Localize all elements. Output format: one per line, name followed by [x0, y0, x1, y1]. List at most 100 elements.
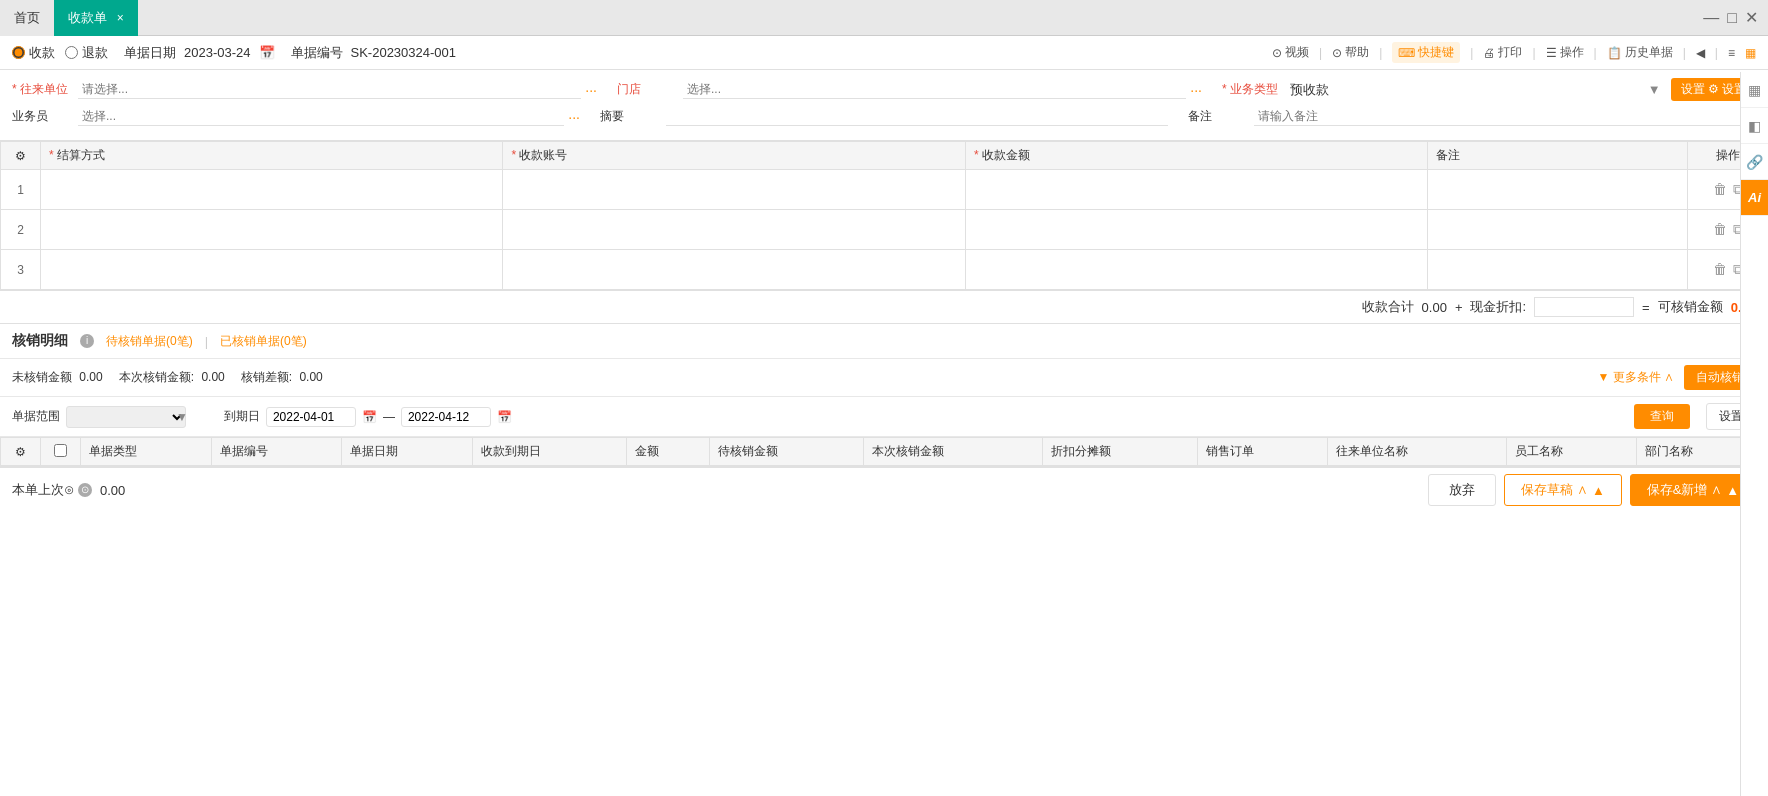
this-cancel-stat: 本次核销金额: 0.00	[119, 369, 225, 386]
save-new-dropdown-icon[interactable]: ▲	[1726, 483, 1739, 498]
row-note-1[interactable]	[1428, 170, 1688, 210]
tab-shoukuan[interactable]: 收款单 ×	[54, 0, 138, 36]
row-amount-3[interactable]	[965, 250, 1427, 290]
note-field: 备注	[1188, 107, 1756, 126]
discount-input[interactable]	[1534, 297, 1634, 317]
table-settings-icon[interactable]: ⚙	[15, 149, 26, 163]
hx-done-tab[interactable]: 已核销单据(0笔)	[220, 333, 307, 350]
hx-pending-tab[interactable]: 待核销单据(0笔)	[106, 333, 193, 350]
row-account-2[interactable]	[503, 210, 965, 250]
settings-icon: 设置	[1681, 81, 1705, 98]
doc-no-field: 单据编号 SK-20230324-001	[291, 44, 457, 62]
row-amount-2[interactable]	[965, 210, 1427, 250]
row-settlement-2[interactable]	[41, 210, 503, 250]
radio-tuikuan[interactable]: 退款	[65, 44, 108, 62]
business-type-dropdown-icon[interactable]: ▼	[1648, 82, 1661, 97]
print-icon: 🖨	[1483, 46, 1495, 60]
salesman-input[interactable]	[78, 107, 564, 126]
close-icon[interactable]: ✕	[1745, 8, 1758, 27]
ai-icon: Ai	[1748, 190, 1761, 205]
calendar-icon[interactable]: 📅	[259, 45, 275, 60]
col-settings-header[interactable]: ⚙	[1, 142, 41, 170]
row-note-2[interactable]	[1428, 210, 1688, 250]
items-table: ⚙ 结算方式 收款账号 收款金额 备注 操作 1	[0, 141, 1768, 290]
row-settlement-1[interactable]	[41, 170, 503, 210]
row-account-3[interactable]	[503, 250, 965, 290]
minimize-icon[interactable]: —	[1703, 9, 1719, 27]
history-btn[interactable]: 📋 历史单据	[1607, 44, 1673, 61]
due-date-start-input[interactable]	[266, 407, 356, 427]
row-amount-1[interactable]	[965, 170, 1427, 210]
business-type-value: 预收款	[1290, 81, 1329, 99]
save-draft-button[interactable]: 保存草稿 ∧ ▲	[1504, 474, 1622, 506]
row-settlement-3[interactable]	[41, 250, 503, 290]
window-controls: — □ ✕	[1703, 8, 1768, 27]
hx-col-settings-header[interactable]: ⚙	[1, 438, 41, 466]
nav-left-icon[interactable]: ◀	[1696, 46, 1705, 60]
history-icon: 📋	[1607, 46, 1622, 60]
result-label: 可核销金额	[1658, 298, 1723, 316]
store-input[interactable]	[683, 80, 1186, 99]
counterpart-more-icon[interactable]: ···	[585, 82, 597, 98]
view-grid-icon[interactable]: ▦	[1745, 46, 1756, 60]
hx-settings-icon[interactable]: ⚙	[15, 445, 26, 459]
doc-range-select[interactable]	[66, 406, 186, 428]
view-list-icon[interactable]: ≡	[1728, 46, 1735, 60]
radio-shoukuan[interactable]: 收款	[12, 44, 55, 62]
hx-select-all-checkbox[interactable]	[54, 444, 67, 457]
table-row: 3 🗑 ⧉	[1, 250, 1768, 290]
row-num-1: 1	[1, 170, 41, 210]
doc-icon: ◧	[1748, 118, 1761, 134]
video-icon: ⊙	[1272, 46, 1282, 60]
query-button[interactable]: 查询	[1634, 404, 1690, 429]
discount-label: 现金折扣:	[1470, 298, 1526, 316]
type-radio-group: 收款 退款	[12, 44, 108, 62]
note-input[interactable]	[1254, 107, 1756, 126]
abandon-button[interactable]: 放弃	[1428, 474, 1496, 506]
due-date-end-input[interactable]	[401, 407, 491, 427]
hx-col-checkbox-header[interactable]	[41, 438, 81, 466]
hx-col-staff-header: 员工名称	[1506, 438, 1637, 466]
col-settlement-header: 结算方式	[41, 142, 503, 170]
counterpart-input[interactable]	[78, 80, 581, 99]
hx-col-this-header: 本次核销金额	[864, 438, 1043, 466]
row-num-3: 3	[1, 250, 41, 290]
tab-close-icon[interactable]: ×	[117, 11, 124, 25]
sidebar-table-icon[interactable]: ▦	[1741, 72, 1769, 108]
help-btn[interactable]: ⊙ 帮助	[1332, 44, 1369, 61]
calendar-start-icon[interactable]: 📅	[362, 410, 377, 424]
salesman-more-icon[interactable]: ···	[568, 109, 580, 125]
row-account-1[interactable]	[503, 170, 965, 210]
sidebar-doc-icon[interactable]: ◧	[1741, 108, 1769, 144]
print-btn[interactable]: 🖨 打印	[1483, 44, 1522, 61]
delete-row-icon-2[interactable]: 🗑	[1713, 221, 1727, 238]
doc-date-field: 单据日期 2023-03-24 📅	[124, 44, 275, 62]
shortcut-icon: ⌨	[1398, 46, 1415, 60]
form-row-1: * 往来单位 ··· 门店 ··· * 业务类型 预收款 ▼ 设置 ⚙ 设置	[12, 78, 1756, 101]
maximize-icon[interactable]: □	[1727, 9, 1737, 27]
bottom-bar: 本单上次⊙ ⊙ 0.00 放弃 保存草稿 ∧ ▲ 保存&新增 ∧ ▲	[0, 467, 1768, 512]
delete-row-icon[interactable]: 🗑	[1713, 181, 1727, 198]
save-draft-dropdown-icon[interactable]: ▲	[1592, 483, 1605, 498]
tab-home[interactable]: 首页	[0, 0, 54, 36]
table-icon: ▦	[1748, 82, 1761, 98]
store-more-icon[interactable]: ···	[1190, 82, 1202, 98]
summary-input[interactable]	[666, 107, 1168, 126]
operation-btn[interactable]: ☰ 操作	[1546, 44, 1584, 61]
counterpart-field: * 往来单位 ···	[12, 80, 597, 99]
video-btn[interactable]: ⊙ 视频	[1272, 44, 1309, 61]
shortcut-btn[interactable]: ⌨ 快捷键	[1392, 42, 1460, 63]
date-separator: —	[383, 410, 395, 424]
sidebar-link-icon[interactable]: 🔗	[1741, 144, 1769, 180]
uncancelled-stat: 未核销金额 0.00	[12, 369, 103, 386]
sidebar-ai-icon[interactable]: Ai	[1741, 180, 1769, 216]
calendar-end-icon[interactable]: 📅	[497, 410, 512, 424]
save-new-button[interactable]: 保存&新增 ∧ ▲	[1630, 474, 1756, 506]
row-note-3[interactable]	[1428, 250, 1688, 290]
bottom-info-icon[interactable]: ⊙	[78, 483, 92, 497]
delete-row-icon-3[interactable]: 🗑	[1713, 261, 1727, 278]
form-area: * 往来单位 ··· 门店 ··· * 业务类型 预收款 ▼ 设置 ⚙ 设置	[0, 70, 1768, 141]
plus-sign: +	[1455, 300, 1463, 315]
more-conditions-btn[interactable]: ▼ 更多条件 ∧	[1597, 369, 1674, 386]
hx-info-icon[interactable]: i	[80, 334, 94, 348]
